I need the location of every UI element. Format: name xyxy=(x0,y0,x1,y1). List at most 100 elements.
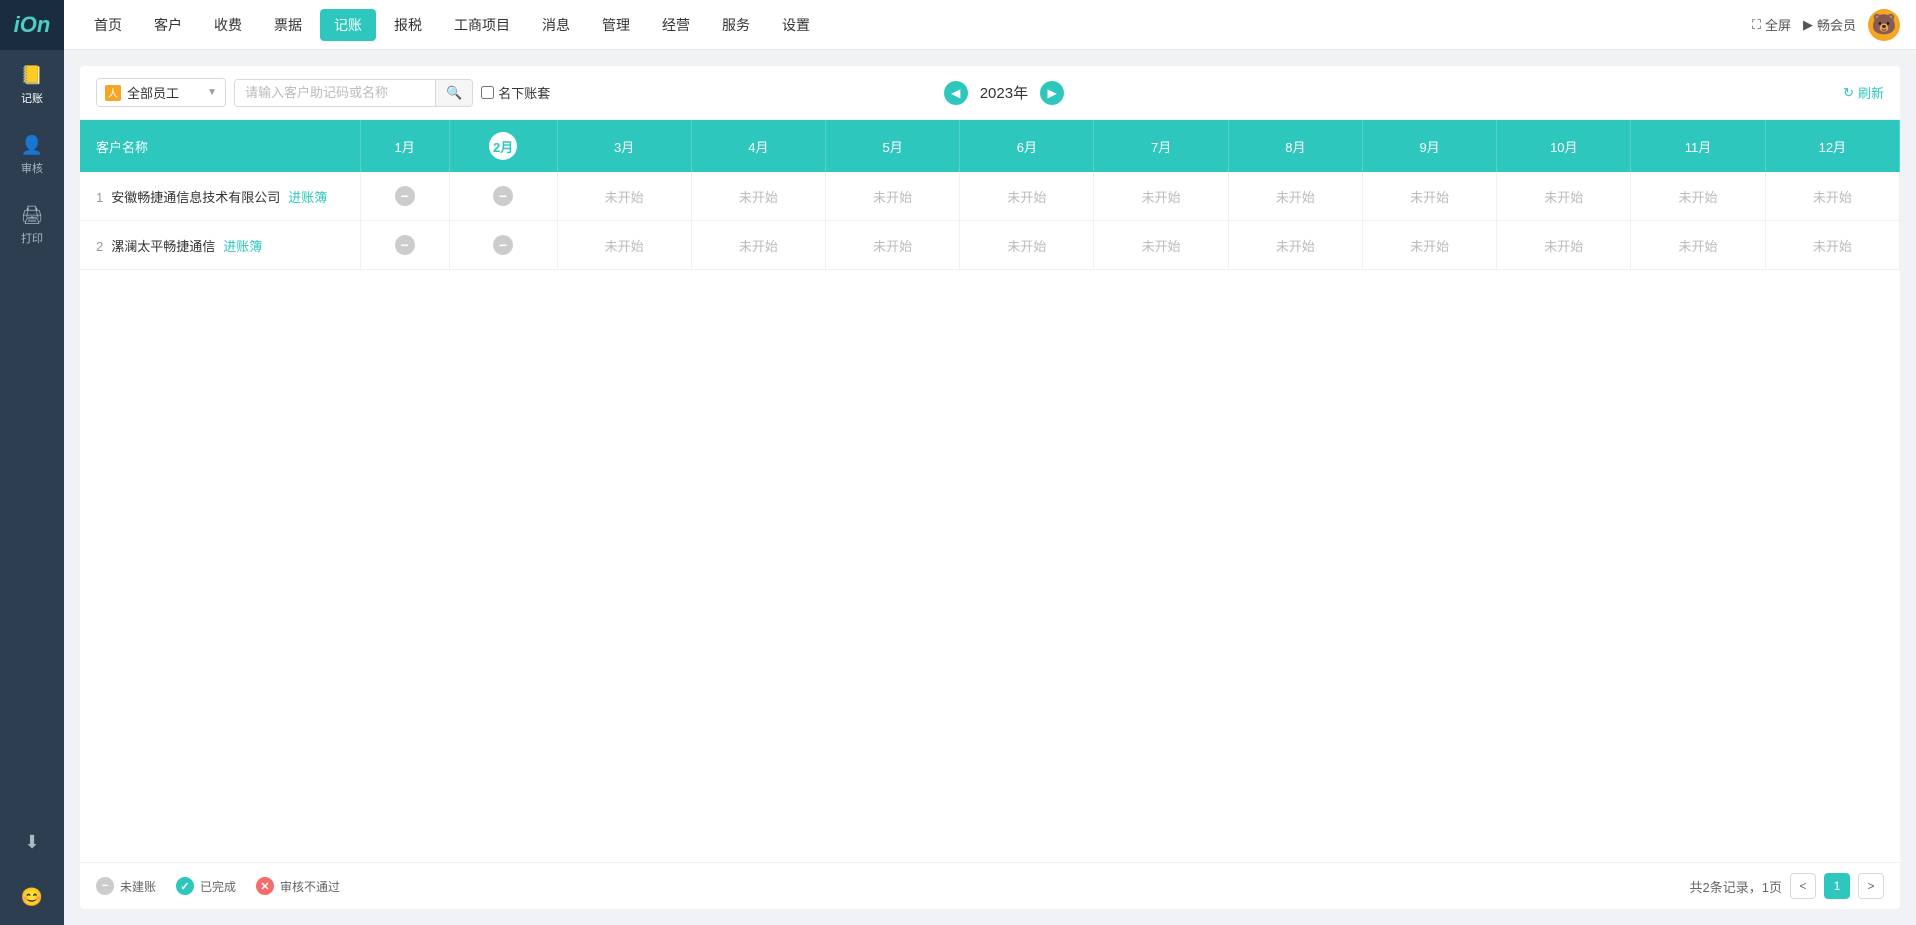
employee-select[interactable]: 人 全部员工 ▼ xyxy=(96,78,226,107)
table-cell-m2: − xyxy=(449,221,557,270)
col-m7: 7月 xyxy=(1094,120,1228,172)
col-m11: 11月 xyxy=(1631,120,1765,172)
nav-collection[interactable]: 收费 xyxy=(200,9,256,41)
table-cell-m4: 未开始 xyxy=(691,172,825,221)
member-icon: ▶ xyxy=(1803,17,1813,33)
status-not-built: − xyxy=(395,186,415,206)
col-m1: 1月 xyxy=(360,120,449,172)
refresh-button[interactable]: ↻ 刷新 xyxy=(1843,83,1884,102)
toolbar: 人 全部员工 ▼ 🔍 名下账套 ◀ 2023年 ▶ xyxy=(80,66,1900,120)
sidebar-item-audit[interactable]: 👤 审核 xyxy=(0,120,64,190)
year-nav: ◀ 2023年 ▶ xyxy=(944,81,1064,105)
audit-icon: 👤 xyxy=(21,135,43,156)
pagination: 共2条记录，1页 < 1 > xyxy=(1690,873,1884,899)
enter-ledger-link[interactable]: 进账簿 xyxy=(288,190,327,205)
table-cell-m5: 未开始 xyxy=(826,221,960,270)
sidebar-item-print[interactable]: 🖨 打印 xyxy=(0,190,64,260)
support-icon: 😊 xyxy=(21,887,43,908)
next-page-button[interactable]: > xyxy=(1858,873,1884,899)
table-cell-m12: 未开始 xyxy=(1765,172,1899,221)
col-m6: 6月 xyxy=(960,120,1094,172)
status-not-built: − xyxy=(493,186,513,206)
nav-settings[interactable]: 设置 xyxy=(768,9,824,41)
prev-page-button[interactable]: < xyxy=(1790,873,1816,899)
nav-customer[interactable]: 客户 xyxy=(140,9,196,41)
nav-business[interactable]: 工商项目 xyxy=(440,9,524,41)
member-button[interactable]: ▶ 畅会员 xyxy=(1803,15,1856,34)
refresh-icon: ↻ xyxy=(1843,85,1854,101)
status-not-started: 未开始 xyxy=(1410,239,1449,254)
status-not-started: 未开始 xyxy=(1410,190,1449,205)
status-not-started: 未开始 xyxy=(1679,190,1718,205)
table-cell-m6: 未开始 xyxy=(960,221,1094,270)
avatar[interactable]: 🐻 xyxy=(1868,9,1900,41)
nav-bookkeeping[interactable]: 记账 xyxy=(320,9,376,41)
nav-invoice[interactable]: 票据 xyxy=(260,9,316,41)
status-not-built: − xyxy=(395,235,415,255)
col-m3: 3月 xyxy=(557,120,691,172)
footer: − 未建账 ✓ 已完成 ✕ 审核不通过 共2条记录， xyxy=(80,862,1900,909)
dash-icon: − xyxy=(395,186,415,206)
table-cell-m1: − xyxy=(360,172,449,221)
prev-year-button[interactable]: ◀ xyxy=(944,81,968,105)
table-cell-m5: 未开始 xyxy=(826,172,960,221)
legend-not-built: − 未建账 xyxy=(96,877,156,895)
table-cell-name: 1安徽畅捷通信息技术有限公司进账簿 xyxy=(80,172,360,221)
table-cell-m1: − xyxy=(360,221,449,270)
table-cell-m10: 未开始 xyxy=(1497,221,1631,270)
sidebar-item-accounting[interactable]: 📒 记账 xyxy=(0,50,64,120)
row-company-name: 漯澜太平畅捷通信 xyxy=(111,239,215,254)
fullscreen-button[interactable]: ⛶ 全屏 xyxy=(1752,15,1791,34)
table-cell-m3: 未开始 xyxy=(557,221,691,270)
status-not-started: 未开始 xyxy=(1007,239,1046,254)
nav-home[interactable]: 首页 xyxy=(80,9,136,41)
current-month-badge: 2月 xyxy=(489,132,517,160)
col-m5: 5月 xyxy=(826,120,960,172)
col-name: 客户名称 xyxy=(80,120,360,172)
dash-icon: − xyxy=(395,235,415,255)
table-cell-m8: 未开始 xyxy=(1228,172,1362,221)
row-company-name: 安徽畅捷通信息技术有限公司 xyxy=(111,190,280,205)
legend-dot-red: ✕ xyxy=(256,877,274,895)
sidebar: iOn 📒 记账 👤 审核 🖨 打印 ⬇ 😊 xyxy=(0,0,64,925)
legend-rejected: ✕ 审核不通过 xyxy=(256,877,340,895)
col-m12: 12月 xyxy=(1765,120,1899,172)
topnav: 首页 客户 收费 票据 记账 报税 工商项目 消息 管理 经营 服务 设置 ⛶ … xyxy=(64,0,1916,50)
dash-icon: − xyxy=(493,186,513,206)
table-cell-m12: 未开始 xyxy=(1765,221,1899,270)
main-area: 首页 客户 收费 票据 记账 报税 工商项目 消息 管理 经营 服务 设置 ⛶ … xyxy=(64,0,1916,925)
sidebar-item-label: 记账 xyxy=(21,90,43,106)
table-cell-m7: 未开始 xyxy=(1094,172,1228,221)
table-container: 客户名称 1月 2月 3月 4月 5月 6月 7月 8月 9月 xyxy=(80,120,1900,862)
nav-management[interactable]: 管理 xyxy=(588,9,644,41)
page-1-button[interactable]: 1 xyxy=(1824,873,1850,899)
table-cell-m7: 未开始 xyxy=(1094,221,1228,270)
status-not-started: 未开始 xyxy=(873,239,912,254)
status-not-started: 未开始 xyxy=(1007,190,1046,205)
nav-message[interactable]: 消息 xyxy=(528,9,584,41)
legend-dot-grey: − xyxy=(96,877,114,895)
search-box: 🔍 xyxy=(234,79,473,107)
nav-operation[interactable]: 经营 xyxy=(648,9,704,41)
nav-tax[interactable]: 报税 xyxy=(380,9,436,41)
status-not-started: 未开始 xyxy=(1813,239,1852,254)
next-year-button[interactable]: ▶ xyxy=(1040,81,1064,105)
col-m10: 10月 xyxy=(1497,120,1631,172)
nav-service[interactable]: 服务 xyxy=(708,9,764,41)
checkbox-label[interactable]: 名下账套 xyxy=(481,83,550,102)
search-button[interactable]: 🔍 xyxy=(435,80,472,106)
col-m2: 2月 xyxy=(449,120,557,172)
checkbox-my-accounts[interactable] xyxy=(481,86,494,99)
table-row: 1安徽畅捷通信息技术有限公司进账簿−−未开始未开始未开始未开始未开始未开始未开始… xyxy=(80,172,1900,221)
sidebar-item-support[interactable]: 😊 xyxy=(0,870,64,925)
status-not-started: 未开始 xyxy=(1813,190,1852,205)
print-icon: 🖨 xyxy=(21,205,44,226)
sidebar-item-download[interactable]: ⬇ xyxy=(0,815,64,870)
enter-ledger-link[interactable]: 进账簿 xyxy=(223,239,262,254)
row-number: 2 xyxy=(96,239,103,254)
status-not-started: 未开始 xyxy=(1142,190,1181,205)
col-m9: 9月 xyxy=(1362,120,1496,172)
search-input[interactable] xyxy=(235,80,435,105)
status-not-started: 未开始 xyxy=(605,239,644,254)
year-text: 2023年 xyxy=(980,82,1028,103)
